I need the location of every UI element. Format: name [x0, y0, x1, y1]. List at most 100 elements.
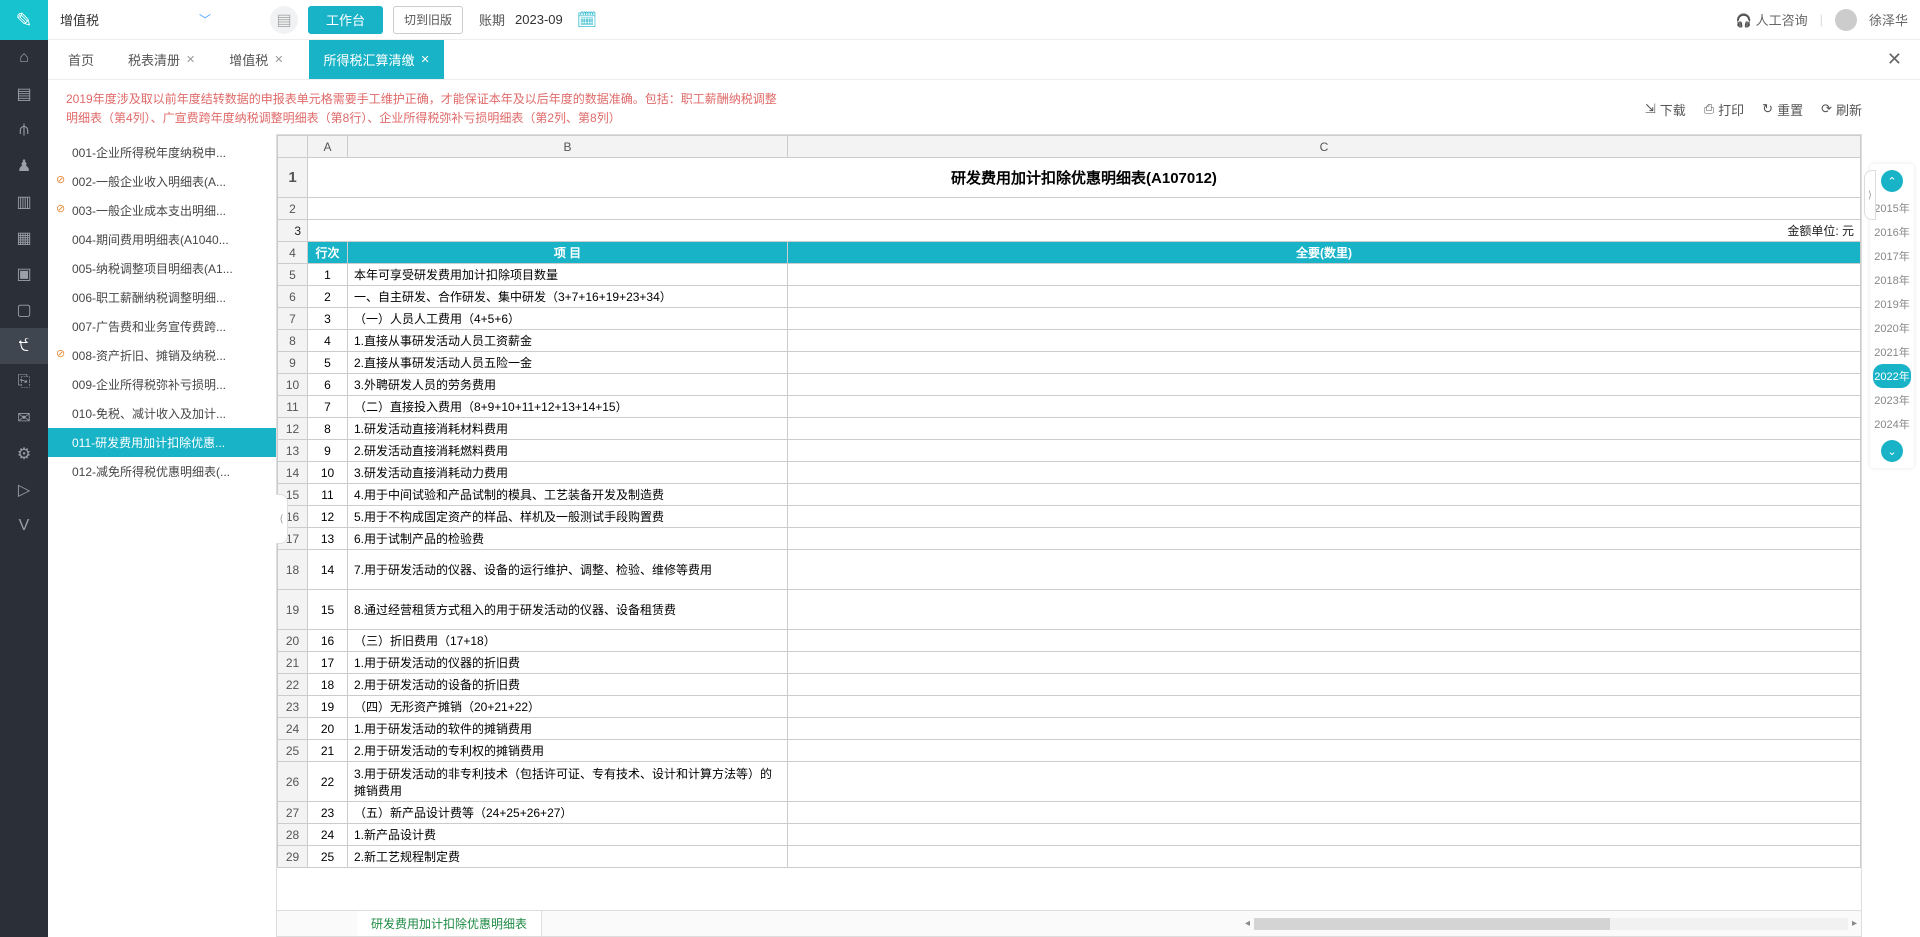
row-amount[interactable] — [788, 696, 1861, 718]
tree-item[interactable]: 004-期间费用明细表(A1040... — [48, 225, 276, 254]
row-item[interactable]: 3.外聘研发人员的劳务费用 — [348, 374, 788, 396]
tree-item[interactable]: 003-一般企业成本支出明细... — [48, 196, 276, 225]
row-amount[interactable] — [788, 352, 1861, 374]
row-item[interactable]: 本年可享受研发费用加计扣除项目数量 — [348, 264, 788, 286]
row-seq[interactable]: 9 — [308, 440, 348, 462]
year-up[interactable]: ⌃ — [1881, 170, 1903, 192]
year-2015年[interactable]: 2015年 — [1870, 196, 1914, 220]
nav-calc[interactable]: ▦ — [0, 220, 48, 256]
row-seq[interactable]: 6 — [308, 374, 348, 396]
row-amount[interactable] — [788, 308, 1861, 330]
row-item[interactable]: 1.研发活动直接消耗材料费用 — [348, 418, 788, 440]
collapse-tree-handle[interactable]: ⟨ — [276, 494, 288, 544]
row-item[interactable]: 2.新工艺规程制定费 — [348, 846, 788, 868]
row-amount[interactable] — [788, 264, 1861, 286]
tab-增值税[interactable]: 增值税✕ — [221, 40, 291, 79]
row-item[interactable]: 一、自主研发、合作研发、集中研发（3+7+16+19+23+34） — [348, 286, 788, 308]
row-item[interactable]: 2.直接从事研发活动人员五险一金 — [348, 352, 788, 374]
row-item[interactable]: 2.用于研发活动的专利权的摊销费用 — [348, 740, 788, 762]
row-seq[interactable]: 8 — [308, 418, 348, 440]
nav-gear[interactable]: ⚙ — [0, 436, 48, 472]
nav-play[interactable]: ▷ — [0, 472, 48, 508]
switch-old-button[interactable]: 切到旧版 — [393, 6, 463, 34]
row-seq[interactable]: 2 — [308, 286, 348, 308]
row-seq[interactable]: 4 — [308, 330, 348, 352]
row-seq[interactable]: 3 — [308, 308, 348, 330]
row-item[interactable]: 8.通过经营租赁方式租入的用于研发活动的仪器、设备租赁费 — [348, 590, 788, 630]
row-item[interactable]: 2.研发活动直接消耗燃料费用 — [348, 440, 788, 462]
close-all-button[interactable]: ✕ — [1881, 49, 1908, 70]
row-seq[interactable]: 18 — [308, 674, 348, 696]
year-2021年[interactable]: 2021年 — [1870, 340, 1914, 364]
year-2022年[interactable]: 2022年 — [1873, 364, 1911, 388]
row-amount[interactable] — [788, 846, 1861, 868]
tab-所得税汇算清缴[interactable]: 所得税汇算清缴✕ — [309, 40, 443, 79]
user-name[interactable]: 徐泽华 — [1869, 10, 1908, 29]
row-item[interactable]: 1.用于研发活动的仪器的折旧费 — [348, 652, 788, 674]
row-amount[interactable] — [788, 286, 1861, 308]
row-seq[interactable]: 15 — [308, 590, 348, 630]
print-button[interactable]: ⎙ 打印 — [1704, 90, 1744, 128]
year-2020年[interactable]: 2020年 — [1870, 316, 1914, 340]
row-amount[interactable] — [788, 484, 1861, 506]
year-2019年[interactable]: 2019年 — [1870, 292, 1914, 316]
row-item[interactable]: 6.用于试制产品的检验费 — [348, 528, 788, 550]
row-seq[interactable]: 19 — [308, 696, 348, 718]
row-amount[interactable] — [788, 462, 1861, 484]
year-2018年[interactable]: 2018年 — [1870, 268, 1914, 292]
row-seq[interactable]: 5 — [308, 352, 348, 374]
nav-inbox[interactable]: ✉ — [0, 400, 48, 436]
row-amount[interactable] — [788, 528, 1861, 550]
row-seq[interactable]: 16 — [308, 630, 348, 652]
tree-item[interactable]: 012-减免所得税优惠明细表(... — [48, 457, 276, 486]
row-seq[interactable]: 10 — [308, 462, 348, 484]
row-item[interactable]: 2.用于研发活动的设备的折旧费 — [348, 674, 788, 696]
close-icon[interactable]: ✕ — [421, 53, 430, 66]
tree-item[interactable]: 010-免税、减计收入及加计... — [48, 399, 276, 428]
tree-item[interactable]: 006-职工薪酬纳税调整明细... — [48, 283, 276, 312]
year-2024年[interactable]: 2024年 — [1870, 412, 1914, 436]
row-item[interactable]: （五）新产品设计费等（24+25+26+27） — [348, 802, 788, 824]
row-amount[interactable] — [788, 630, 1861, 652]
row-amount[interactable] — [788, 374, 1861, 396]
tree-item[interactable]: 001-企业所得税年度纳税申... — [48, 138, 276, 167]
refresh-button[interactable]: ⟳ 刷新 — [1821, 90, 1862, 128]
sheet-tab[interactable]: 研发费用加计扣除优惠明细表 — [357, 911, 542, 936]
hscroll[interactable] — [1241, 911, 1861, 936]
row-item[interactable]: 1.直接从事研发活动人员工资薪金 — [348, 330, 788, 352]
tree-item[interactable]: 009-企业所得税弥补亏损明... — [48, 370, 276, 399]
row-amount[interactable] — [788, 418, 1861, 440]
row-item[interactable]: 7.用于研发活动的仪器、设备的运行维护、调整、检验、维修等费用 — [348, 550, 788, 590]
row-amount[interactable] — [788, 740, 1861, 762]
tree-item[interactable]: 002-一般企业收入明细表(A... — [48, 167, 276, 196]
row-item[interactable]: （二）直接投入费用（8+9+10+11+12+13+14+15） — [348, 396, 788, 418]
row-amount[interactable] — [788, 506, 1861, 528]
manual-consult[interactable]: 🎧 人工咨询 — [1736, 10, 1808, 29]
row-seq[interactable]: 7 — [308, 396, 348, 418]
row-seq[interactable]: 17 — [308, 652, 348, 674]
nav-home[interactable]: ⌂ — [0, 40, 48, 76]
tab-税表清册[interactable]: 税表清册✕ — [120, 40, 203, 79]
row-item[interactable]: （一）人员人工费用（4+5+6） — [348, 308, 788, 330]
row-seq[interactable]: 1 — [308, 264, 348, 286]
row-seq[interactable]: 23 — [308, 802, 348, 824]
row-seq[interactable]: 14 — [308, 550, 348, 590]
tree-item[interactable]: 008-资产折旧、摊销及纳税... — [48, 341, 276, 370]
expand-right-handle[interactable]: ⟩ — [1864, 170, 1876, 220]
close-icon[interactable]: ✕ — [186, 53, 195, 66]
row-amount[interactable] — [788, 824, 1861, 846]
nav-copy[interactable]: ⎘ — [0, 364, 48, 400]
year-2016年[interactable]: 2016年 — [1870, 220, 1914, 244]
row-amount[interactable] — [788, 802, 1861, 824]
row-amount[interactable] — [788, 550, 1861, 590]
year-2017年[interactable]: 2017年 — [1870, 244, 1914, 268]
nav-date[interactable]: ▢ — [0, 292, 48, 328]
reset-button[interactable]: ↻ 重置 — [1762, 90, 1803, 128]
row-amount[interactable] — [788, 590, 1861, 630]
row-amount[interactable] — [788, 330, 1861, 352]
nav-clip[interactable]: ▥ — [0, 184, 48, 220]
row-seq[interactable]: 24 — [308, 824, 348, 846]
row-amount[interactable] — [788, 440, 1861, 462]
row-item[interactable]: 5.用于不构成固定资产的样品、样机及一般测试手段购置费 — [348, 506, 788, 528]
row-seq[interactable]: 22 — [308, 762, 348, 802]
